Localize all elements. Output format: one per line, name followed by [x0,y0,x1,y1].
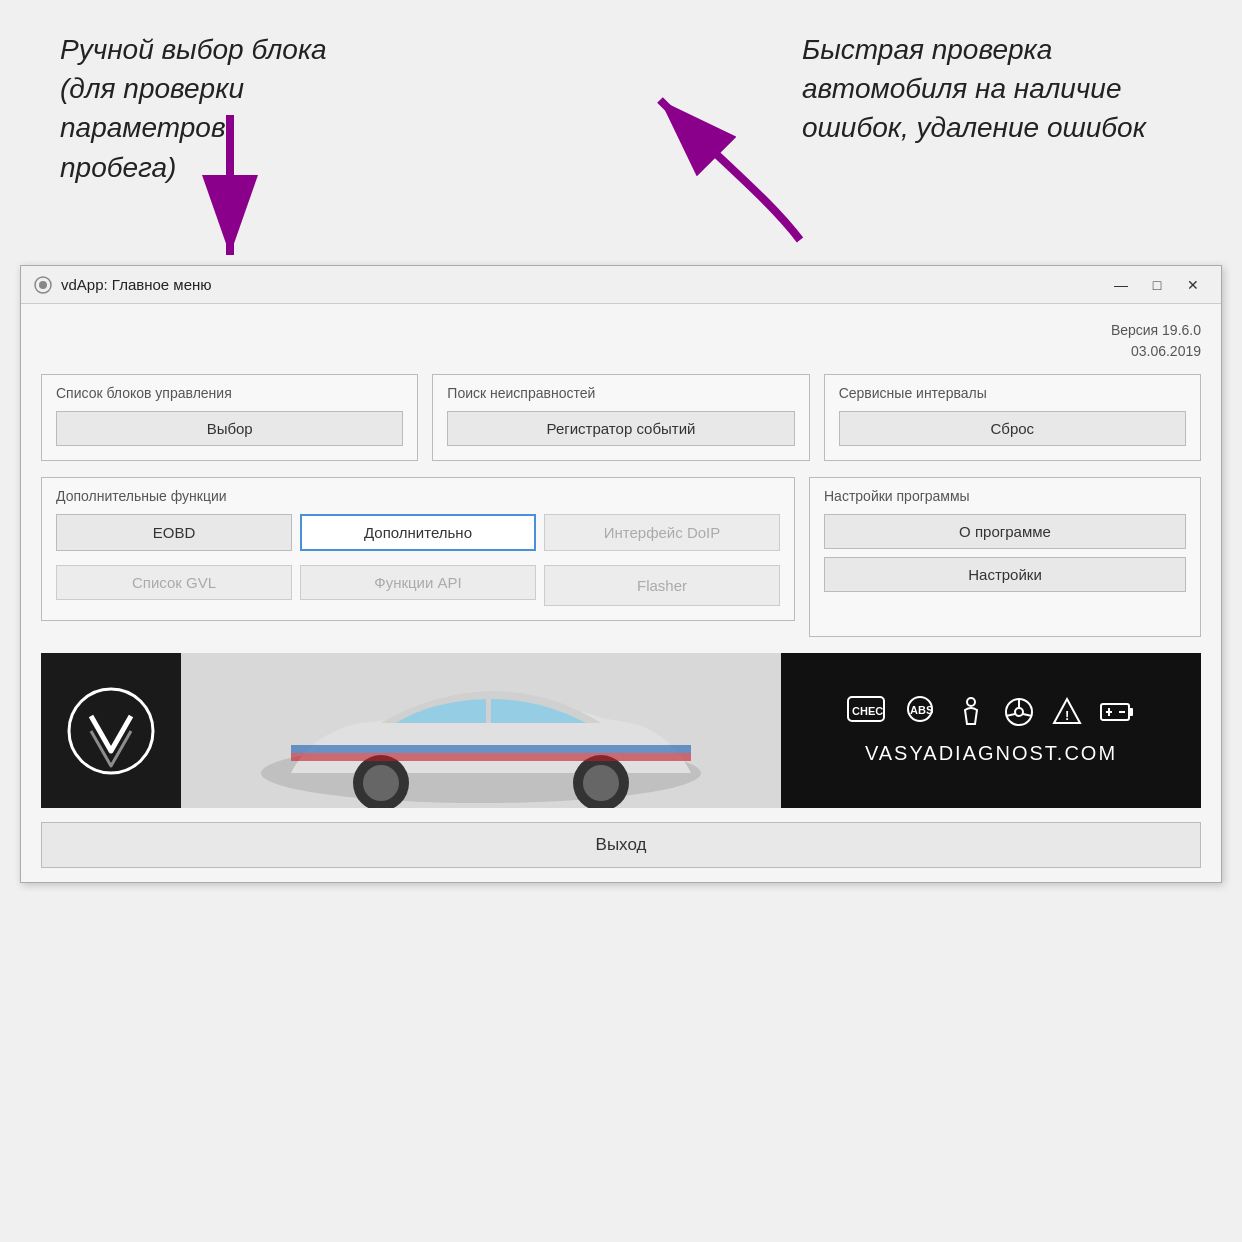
svg-point-8 [363,765,399,801]
minimize-button[interactable]: — [1105,271,1137,299]
gvl-button: Список GVL [56,565,292,600]
settings-button[interactable]: Настройки [824,557,1186,592]
select-button[interactable]: Выбор [56,411,403,446]
car-svg-icon [181,653,781,808]
svg-rect-23 [1129,708,1133,716]
svg-point-3 [39,281,47,289]
flasher-button: Flasher [544,565,780,606]
doip-button: Интерфейс DoIP [544,514,780,551]
exit-button[interactable]: Выход [41,822,1201,868]
reset-button[interactable]: Сброс [839,411,1186,446]
steering-wheel-icon [1003,696,1035,732]
maximize-button[interactable]: □ [1141,271,1173,299]
additional-section: Дополнительные функции EOBD Дополнительн… [41,477,795,621]
window-controls: — □ ✕ [1105,271,1209,299]
seatbelt-icon [955,696,987,732]
svg-line-19 [1006,714,1015,716]
settings-title: Настройки программы [824,488,1186,504]
window-title: vdApp: Главное меню [61,276,1105,293]
banner-car-area [181,653,781,808]
titlebar: vdApp: Главное меню — □ ✕ [21,266,1221,304]
fault-search-title: Поиск неисправностей [447,385,794,401]
eobd-button[interactable]: EOBD [56,514,292,551]
api-button: Функции API [300,565,536,600]
bottom-sections-row: Дополнительные функции EOBD Дополнительн… [41,477,1201,637]
additional-button[interactable]: Дополнительно [300,514,536,551]
banner: CHECK ABS [41,653,1201,808]
version-text: Версия 19.6.0 [41,320,1201,341]
svg-text:ABS: ABS [910,704,933,716]
svg-point-17 [1015,708,1023,716]
banner-domain-text: VASYADIAGNOST.COM [865,742,1117,765]
about-button[interactable]: О программе [824,514,1186,549]
service-section: Сервисные интервалы Сброс [824,374,1201,461]
close-button[interactable]: ✕ [1177,271,1209,299]
banner-right: CHECK ABS [781,653,1201,808]
svg-text:CHECK: CHECK [852,705,885,717]
abs-icon: ABS [901,696,939,732]
window-content: Версия 19.6.0 03.06.2019 Список блоков у… [21,304,1221,882]
check-icon: CHECK [847,696,885,732]
arrow-right-icon [640,80,840,260]
control-blocks-title: Список блоков управления [56,385,403,401]
svg-text:!: ! [1065,708,1069,723]
svg-line-20 [1023,714,1032,716]
main-window: vdApp: Главное меню — □ ✕ Версия 19.6.0 … [20,265,1222,883]
warning-icon: ! [1051,696,1083,732]
additional-buttons-grid: EOBD Дополнительно Интерфейс DoIP Список… [56,514,780,606]
event-log-button[interactable]: Регистратор событий [447,411,794,446]
version-info: Версия 19.6.0 03.06.2019 [41,320,1201,362]
svg-point-4 [69,689,153,773]
app-icon [33,275,53,295]
vasya-logo-icon [66,686,156,776]
banner-logo [41,653,181,808]
service-title: Сервисные интервалы [839,385,1186,401]
arrow-left-icon [170,105,290,265]
top-sections-row: Список блоков управления Выбор Поиск неи… [41,374,1201,461]
fault-search-section: Поиск неисправностей Регистратор событий [432,374,809,461]
settings-section: Настройки программы О программе Настройк… [809,477,1201,637]
svg-point-15 [967,698,975,706]
control-blocks-section: Список блоков управления Выбор [41,374,418,461]
additional-title: Дополнительные функции [56,488,780,504]
annotation-right: Быстрая проверкаавтомобиля на наличиеоши… [802,30,1182,280]
banner-icons-row: CHECK ABS [847,696,1135,732]
date-text: 03.06.2019 [41,341,1201,362]
svg-point-10 [583,765,619,801]
battery-icon [1099,696,1135,732]
